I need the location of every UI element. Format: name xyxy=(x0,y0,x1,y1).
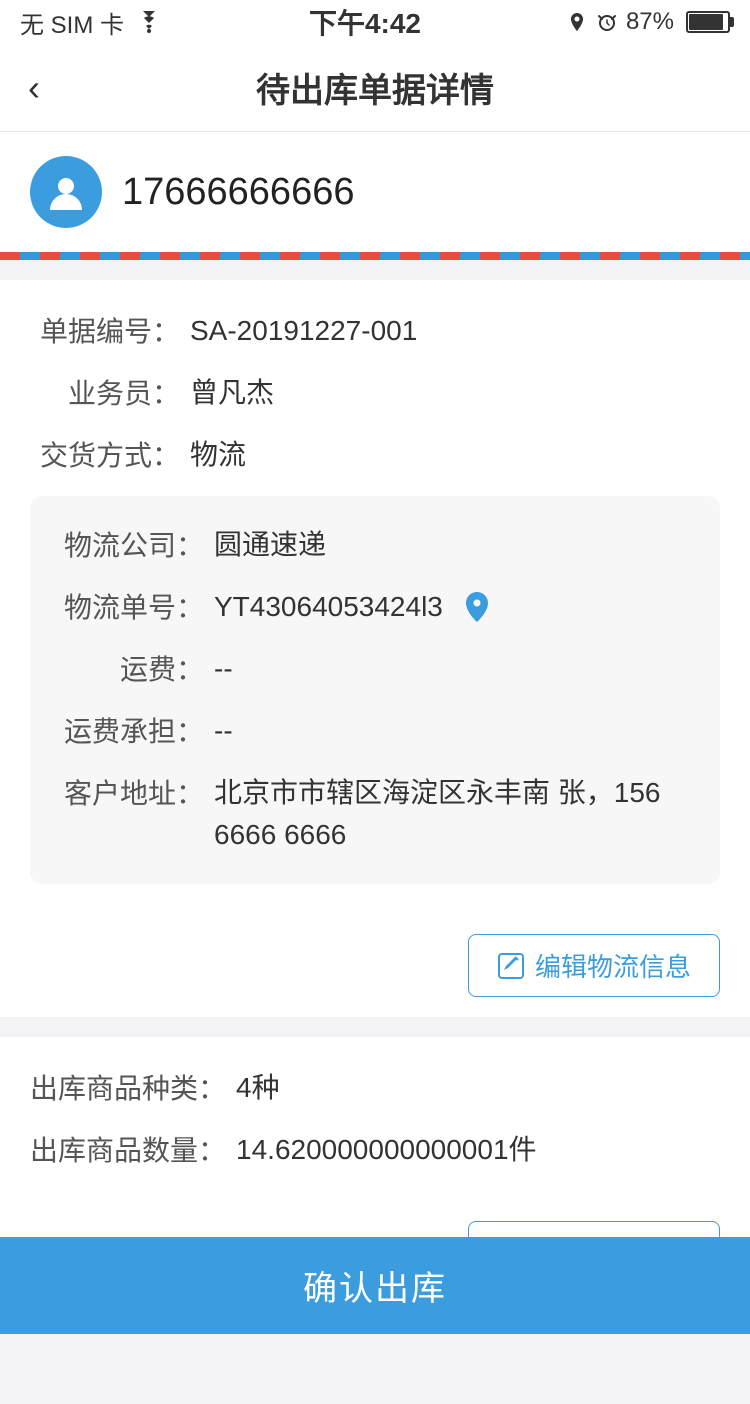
avatar xyxy=(30,156,102,228)
order-info-section: 单据编号： SA-20191227-001 业务员： 曾凡杰 交货方式： 物流 … xyxy=(0,280,750,914)
logistics-card: 物流公司： 圆通速递 物流单号： YT43064053424l3 运费： -- xyxy=(30,496,720,884)
location-status-icon xyxy=(566,11,588,33)
goods-types-label: 出库商品种类： xyxy=(30,1067,236,1107)
goods-quantity-row: 出库商品数量： 14.620000000000001件 xyxy=(30,1129,720,1171)
status-right: 87% xyxy=(566,8,730,36)
track-location-icon[interactable] xyxy=(459,589,495,625)
goods-types-row: 出库商品种类： 4种 xyxy=(30,1067,720,1109)
customer-header: 17666666666 xyxy=(0,132,750,252)
logistics-company-value: 圆通速递 xyxy=(214,524,696,566)
goods-types-value: 4种 xyxy=(236,1067,720,1109)
freight-bearer-row: 运费承担： -- xyxy=(54,710,696,752)
logistics-tracking-value: YT43064053424l3 xyxy=(214,586,696,628)
user-icon xyxy=(44,170,88,214)
edit-logistics-label: 编辑物流信息 xyxy=(535,947,691,984)
dashed-divider xyxy=(0,252,750,260)
order-no-label: 单据编号： xyxy=(30,310,190,350)
logistics-company-row: 物流公司： 圆通速递 xyxy=(54,524,696,566)
delivery-value: 物流 xyxy=(190,434,720,476)
order-no-value: SA-20191227-001 xyxy=(190,310,720,352)
wifi-icon xyxy=(134,11,164,33)
section-divider xyxy=(0,1017,750,1037)
freight-value: -- xyxy=(214,648,696,690)
goods-quantity-value: 14.620000000000001件 xyxy=(236,1129,720,1171)
freight-bearer-label: 运费承担： xyxy=(54,710,214,750)
back-button[interactable]: ‹ xyxy=(28,67,40,109)
delivery-row: 交货方式： 物流 xyxy=(30,434,720,476)
carrier-text: 无 SIM 卡 xyxy=(20,5,124,40)
nav-bar: ‹ 待出库单据详情 xyxy=(0,44,750,132)
staff-value: 曾凡杰 xyxy=(190,372,720,414)
alarm-icon xyxy=(596,11,618,33)
battery-icon xyxy=(686,11,730,33)
address-row: 客户地址： 北京市市辖区海淀区永丰南 张，156 6666 6666 xyxy=(54,772,696,856)
status-bar: 无 SIM 卡 下午4:42 87% xyxy=(0,0,750,44)
goods-section: 出库商品种类： 4种 出库商品数量： 14.620000000000001件 xyxy=(0,1037,750,1201)
logistics-tracking-row: 物流单号： YT43064053424l3 xyxy=(54,586,696,628)
tracking-number: YT43064053424l3 xyxy=(214,586,443,628)
logistics-tracking-label: 物流单号： xyxy=(54,586,214,626)
freight-bearer-value: -- xyxy=(214,710,696,752)
delivery-label: 交货方式： xyxy=(30,434,190,474)
freight-row: 运费： -- xyxy=(54,648,696,690)
goods-quantity-label: 出库商品数量： xyxy=(30,1129,236,1169)
edit-logistics-button[interactable]: 编辑物流信息 xyxy=(468,934,720,997)
edit-icon xyxy=(497,952,525,980)
address-value: 北京市市辖区海淀区永丰南 张，156 6666 6666 xyxy=(214,772,696,856)
battery-text: 87% xyxy=(626,8,674,36)
freight-label: 运费： xyxy=(54,648,214,688)
confirm-button[interactable]: 确认出库 xyxy=(0,1261,750,1310)
edit-logistics-btn-wrap: 编辑物流信息 xyxy=(0,914,750,1017)
status-time: 下午4:42 xyxy=(309,2,421,42)
order-no-row: 单据编号： SA-20191227-001 xyxy=(30,310,720,352)
address-label: 客户地址： xyxy=(54,772,214,812)
staff-label: 业务员： xyxy=(30,372,190,412)
status-left: 无 SIM 卡 xyxy=(20,5,164,40)
confirm-btn-wrap[interactable]: 确认出库 xyxy=(0,1237,750,1334)
customer-phone: 17666666666 xyxy=(122,171,354,214)
page-title: 待出库单据详情 xyxy=(256,63,494,112)
logistics-company-label: 物流公司： xyxy=(54,524,214,564)
staff-row: 业务员： 曾凡杰 xyxy=(30,372,720,414)
